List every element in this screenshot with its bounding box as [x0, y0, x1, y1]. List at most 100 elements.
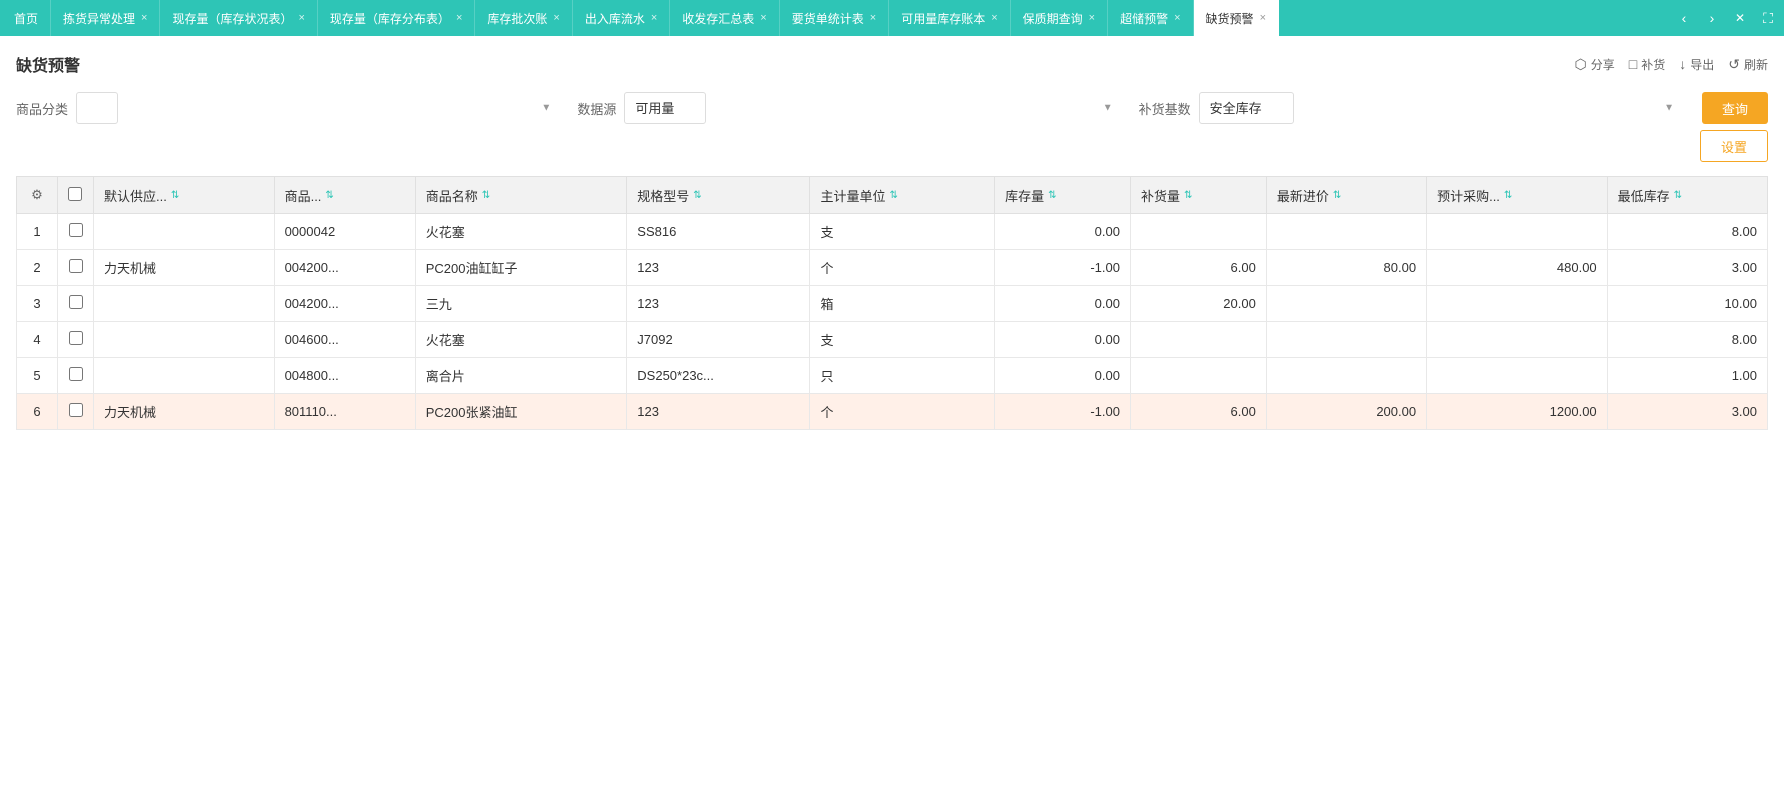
tab-close-all[interactable]: ✕	[1726, 0, 1754, 36]
td-product-name: 三九	[415, 286, 627, 322]
tab-close-order-stat[interactable]: ×	[870, 12, 876, 24]
tab-close-shortage[interactable]: ×	[1260, 12, 1266, 24]
tab-item-batch[interactable]: 库存批次账×	[475, 0, 572, 36]
replenish-button[interactable]: □ 补货	[1629, 56, 1665, 73]
th-spec-label: 规格型号	[637, 186, 689, 205]
row-checkbox[interactable]	[69, 403, 83, 417]
refresh-button[interactable]: ↺ 刷新	[1728, 56, 1768, 73]
th-latest-price[interactable]: 最新进价 ⇅	[1266, 177, 1426, 214]
td-replenish-qty	[1130, 358, 1266, 394]
tab-item-available[interactable]: 可用量库存账本×	[889, 0, 1010, 36]
th-checkbox[interactable]	[58, 177, 94, 214]
td-row-num: 4	[17, 322, 58, 358]
row-checkbox[interactable]	[69, 331, 83, 345]
tab-close-overstock[interactable]: ×	[1174, 12, 1180, 24]
th-latest-price-sort-icon: ⇅	[1333, 190, 1341, 201]
th-unit[interactable]: 主计量单位 ⇅	[810, 177, 995, 214]
td-unit: 只	[810, 358, 995, 394]
row-checkbox[interactable]	[69, 295, 83, 309]
th-spec[interactable]: 规格型号 ⇅	[627, 177, 810, 214]
td-min-stock: 1.00	[1607, 358, 1767, 394]
th-min-stock[interactable]: 最低库存 ⇅	[1607, 177, 1767, 214]
tab-close-expiry[interactable]: ×	[1089, 12, 1095, 24]
query-button[interactable]: 查询	[1702, 92, 1768, 124]
tab-nav-prev[interactable]: ‹	[1670, 0, 1698, 36]
export-label: 导出	[1690, 56, 1714, 73]
tab-close-collect[interactable]: ×	[760, 12, 766, 24]
td-replenish-qty	[1130, 214, 1266, 250]
td-default-supplier	[94, 286, 275, 322]
td-row-num: 2	[17, 250, 58, 286]
th-stock[interactable]: 库存量 ⇅	[995, 177, 1131, 214]
th-stock-sort-icon: ⇅	[1048, 190, 1056, 201]
tab-item-inventory-dist[interactable]: 现存量（库存分布表）×	[318, 0, 475, 36]
filter-actions: 查询 设置	[1700, 92, 1768, 162]
share-button[interactable]: ⬡ 分享	[1575, 56, 1615, 73]
tab-item-flow[interactable]: 出入库流水×	[573, 0, 670, 36]
replenish-label: 补货	[1641, 56, 1665, 73]
th-est-purchase-sort-icon: ⇅	[1504, 190, 1512, 201]
td-latest-price: 200.00	[1266, 394, 1426, 430]
td-replenish-qty: 6.00	[1130, 394, 1266, 430]
table-row: 2力天机械004200...PC200油缸缸子123个-1.006.0080.0…	[17, 250, 1768, 286]
td-checkbox[interactable]	[58, 358, 94, 394]
row-checkbox[interactable]	[69, 223, 83, 237]
tab-item-expiry[interactable]: 保质期查询×	[1011, 0, 1108, 36]
select-all-checkbox[interactable]	[68, 187, 82, 201]
table-row: 10000042火花塞SS816支0.008.00	[17, 214, 1768, 250]
td-product-name: PC200油缸缸子	[415, 250, 627, 286]
td-checkbox[interactable]	[58, 214, 94, 250]
th-est-purchase[interactable]: 预计采购... ⇅	[1427, 177, 1608, 214]
td-checkbox[interactable]	[58, 286, 94, 322]
th-stock-label: 库存量	[1005, 186, 1044, 205]
td-spec: J7092	[627, 322, 810, 358]
tab-item-inventory-status[interactable]: 现存量（库存状况表）×	[160, 0, 317, 36]
td-product-name: PC200张紧油缸	[415, 394, 627, 430]
td-product-code: 004600...	[274, 322, 415, 358]
td-row-num: 3	[17, 286, 58, 322]
tab-fullscreen[interactable]: ⛶	[1754, 0, 1782, 36]
row-checkbox[interactable]	[69, 259, 83, 273]
td-est-purchase	[1427, 322, 1608, 358]
settings-button[interactable]: 设置	[1700, 130, 1768, 162]
th-est-purchase-label: 预计采购...	[1437, 186, 1500, 205]
tab-item-overstock[interactable]: 超储预警×	[1108, 0, 1193, 36]
tab-close-batch[interactable]: ×	[553, 12, 559, 24]
td-stock: 0.00	[995, 214, 1131, 250]
tab-close-inventory-dist[interactable]: ×	[456, 12, 462, 24]
th-settings[interactable]: ⚙	[17, 177, 58, 214]
tab-nav-next[interactable]: ›	[1698, 0, 1726, 36]
tab-close-available[interactable]: ×	[991, 12, 997, 24]
tab-item-shortage[interactable]: 缺货预警×	[1194, 0, 1279, 36]
tab-item-home[interactable]: 首页	[2, 0, 51, 36]
tab-item-collect[interactable]: 收发存汇总表×	[670, 0, 779, 36]
td-checkbox[interactable]	[58, 250, 94, 286]
tab-item-order-stat[interactable]: 要货单统计表×	[780, 0, 889, 36]
td-unit: 支	[810, 214, 995, 250]
th-product-code-sort-icon: ⇅	[325, 190, 333, 201]
td-latest-price	[1266, 358, 1426, 394]
th-spec-sort-icon: ⇅	[693, 190, 701, 201]
tab-close-inventory-status[interactable]: ×	[298, 12, 304, 24]
category-select[interactable]	[76, 92, 118, 124]
th-replenish-qty[interactable]: 补货量 ⇅	[1130, 177, 1266, 214]
td-checkbox[interactable]	[58, 322, 94, 358]
export-button[interactable]: ↓ 导出	[1679, 56, 1714, 73]
tab-item-abnormal[interactable]: 拣货异常处理×	[51, 0, 160, 36]
main-content: 缺货预警 ⬡ 分享 □ 补货 ↓ 导出 ↺ 刷新 商品分类	[0, 36, 1784, 796]
th-product-code[interactable]: 商品... ⇅	[274, 177, 415, 214]
td-product-code: 0000042	[274, 214, 415, 250]
td-spec: DS250*23c...	[627, 358, 810, 394]
td-stock: 0.00	[995, 286, 1131, 322]
column-settings-icon[interactable]: ⚙	[27, 185, 47, 205]
datasource-select[interactable]: 可用量	[624, 92, 706, 124]
page-title: 缺货预警	[16, 52, 1575, 76]
tab-close-flow[interactable]: ×	[651, 12, 657, 24]
td-product-name: 火花塞	[415, 214, 627, 250]
tab-close-abnormal[interactable]: ×	[141, 12, 147, 24]
td-checkbox[interactable]	[58, 394, 94, 430]
th-default-supplier[interactable]: 默认供应... ⇅	[94, 177, 275, 214]
row-checkbox[interactable]	[69, 367, 83, 381]
replenish-base-select[interactable]: 安全库存	[1199, 92, 1294, 124]
th-product-name[interactable]: 商品名称 ⇅	[415, 177, 627, 214]
